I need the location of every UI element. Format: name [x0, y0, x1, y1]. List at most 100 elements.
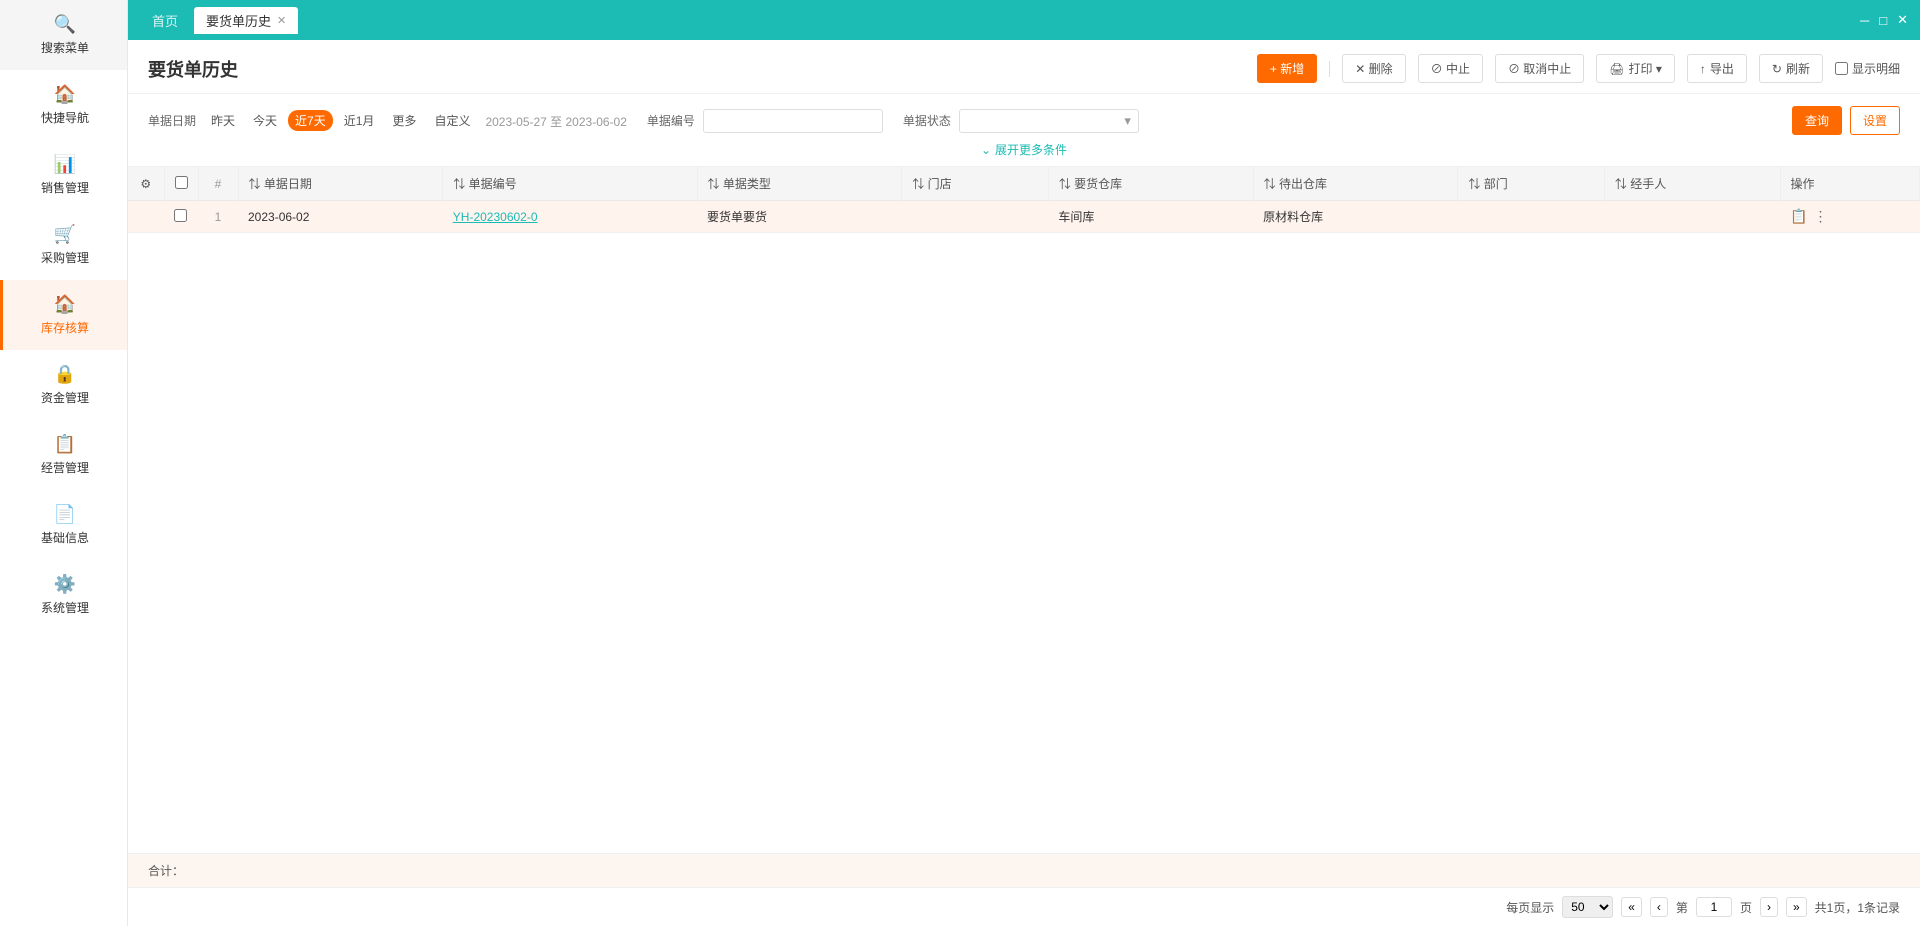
sidebar-item-quick-nav-label: 快捷导航 — [41, 109, 89, 126]
page-label-after: 页 — [1740, 899, 1752, 916]
tab-home-label: 首页 — [152, 11, 178, 30]
purchase-icon: 🛒 — [54, 224, 76, 245]
sidebar-item-sales-label: 销售管理 — [41, 179, 89, 196]
sidebar-item-quick-nav[interactable]: 🏠 快捷导航 — [0, 70, 127, 140]
query-button[interactable]: 查询 — [1792, 106, 1842, 135]
pagination-bar: 每页显示 50 10 20 100 « ‹ 第 页 › » 共1页，1条记录 — [128, 887, 1920, 926]
row-checkbox[interactable] — [174, 209, 187, 222]
sidebar-item-finance[interactable]: 🔒 资金管理 — [0, 350, 127, 420]
operations-icon: 📋 — [54, 434, 76, 455]
bill-no-input[interactable] — [703, 109, 883, 133]
stop-button[interactable]: ⊘ 中止 — [1418, 54, 1483, 83]
sidebar-item-purchase[interactable]: 🛒 采购管理 — [0, 210, 127, 280]
sidebar-item-sales[interactable]: 📊 销售管理 — [0, 140, 127, 210]
table-footer: 合计： — [128, 853, 1920, 887]
date-opt-yesterday[interactable]: 昨天 — [204, 110, 242, 131]
row-checkbox-cell — [164, 201, 198, 233]
date-opt-7days[interactable]: 近7天 — [288, 110, 333, 131]
col-department[interactable]: ⇅ 部门 — [1458, 167, 1605, 201]
cancel-stop-button[interactable]: ⊘ 取消中止 — [1495, 54, 1584, 83]
refresh-button[interactable]: ↻ 刷新 — [1759, 54, 1823, 83]
row-edit-icon[interactable]: 📋 — [1790, 208, 1807, 225]
col-bill-no[interactable]: ⇅ 单据编号 — [443, 167, 697, 201]
col-store[interactable]: ⇅ 门店 — [902, 167, 1049, 201]
row-num: 1 — [198, 201, 238, 233]
page-number-input[interactable] — [1696, 897, 1732, 917]
sidebar-item-system-label: 系统管理 — [41, 599, 89, 616]
sidebar-item-inventory[interactable]: 🏠 库存核算 — [0, 280, 127, 350]
inventory-icon: 🏠 — [54, 294, 76, 315]
filter-group-date: 单据日期 昨天 今天 近7天 近1月 更多 自定义 2023-05-27 至 2… — [148, 110, 627, 131]
row-date: 2023-06-02 — [238, 201, 443, 233]
row-actions: 📋 ⋮ — [1780, 201, 1919, 233]
row-pending-warehouse: 原材料仓库 — [1253, 201, 1458, 233]
row-bill-no: YH-20230602-0 — [443, 201, 697, 233]
delete-button[interactable]: ✕ 删除 — [1342, 54, 1405, 83]
sidebar-item-operations[interactable]: 📋 经营管理 — [0, 420, 127, 490]
first-page-button[interactable]: « — [1621, 897, 1642, 917]
table-header-row: ⚙ # ⇅ 单据日期 ⇅ 单据编号 — [128, 167, 1920, 201]
date-opt-custom[interactable]: 自定义 — [427, 110, 477, 131]
next-page-button[interactable]: › — [1760, 897, 1778, 917]
export-button[interactable]: ↑ 导出 — [1687, 54, 1747, 83]
main-table: ⚙ # ⇅ 单据日期 ⇅ 单据编号 — [128, 167, 1920, 233]
date-opt-more[interactable]: 更多 — [385, 110, 423, 131]
page-size-select[interactable]: 50 10 20 100 — [1562, 896, 1613, 918]
row-settings-cell — [128, 201, 164, 233]
row-bill-no-link[interactable]: YH-20230602-0 — [453, 210, 538, 224]
row-handler — [1604, 201, 1780, 233]
export-icon: ↑ — [1700, 62, 1706, 76]
main-area: 首页 要货单历史 ✕ ─ □ ✕ 要货单历史 + 新增 ✕ 删除 ⊘ 中止 ⊘ … — [128, 0, 1920, 926]
display-detail-label: 显示明细 — [1852, 60, 1900, 77]
settings-button[interactable]: 设置 — [1850, 106, 1900, 135]
filter-area: 单据日期 昨天 今天 近7天 近1月 更多 自定义 2023-05-27 至 2… — [128, 94, 1920, 167]
row-bill-type: 要货单要货 — [697, 201, 902, 233]
row-store — [902, 201, 1049, 233]
topbar: 首页 要货单历史 ✕ ─ □ ✕ — [128, 0, 1920, 40]
summary-label: 合计： — [148, 862, 184, 879]
last-page-button[interactable]: » — [1786, 897, 1807, 917]
expand-more-label: 展开更多条件 — [995, 141, 1067, 158]
date-opt-today[interactable]: 今天 — [246, 110, 284, 131]
sidebar-item-base-info[interactable]: 📄 基础信息 — [0, 490, 127, 560]
window-maximize-button[interactable]: □ — [1879, 13, 1887, 28]
col-date[interactable]: ⇅ 单据日期 — [238, 167, 443, 201]
display-detail-toggle[interactable]: 显示明细 — [1835, 60, 1900, 77]
col-pending-warehouse[interactable]: ⇅ 待出仓库 — [1253, 167, 1458, 201]
tab-close-icon[interactable]: ✕ — [277, 14, 286, 27]
prev-page-button[interactable]: ‹ — [1650, 897, 1668, 917]
toolbar: + 新增 ✕ 删除 ⊘ 中止 ⊘ 取消中止 🖨 🖨 打印 打印 ▾ ↑ 导出 ↻… — [1257, 54, 1900, 83]
sidebar-item-base-info-label: 基础信息 — [41, 529, 89, 546]
sidebar-item-finance-label: 资金管理 — [41, 389, 89, 406]
bill-status-label: 单据状态 — [903, 112, 951, 129]
sidebar-item-search[interactable]: 🔍 搜索菜单 — [0, 0, 127, 70]
window-close-button[interactable]: ✕ — [1897, 12, 1908, 28]
date-opt-1month[interactable]: 近1月 — [337, 110, 382, 131]
sidebar-item-system[interactable]: ⚙️ 系统管理 — [0, 560, 127, 630]
tab-home[interactable]: 首页 — [140, 7, 190, 34]
new-button[interactable]: + 新增 — [1257, 54, 1317, 83]
bill-status-select[interactable] — [959, 109, 1139, 133]
bill-status-wrapper — [959, 109, 1139, 133]
sidebar: 🔍 搜索菜单 🏠 快捷导航 📊 销售管理 🛒 采购管理 🏠 库存核算 🔒 资金管… — [0, 0, 128, 926]
print-icon: 🖨 — [1609, 62, 1624, 76]
sales-icon: 📊 — [54, 154, 76, 175]
row-more-icon[interactable]: ⋮ — [1813, 208, 1827, 225]
expand-more-btn[interactable]: ⌄ 展开更多条件 — [148, 141, 1900, 158]
window-minimize-button[interactable]: ─ — [1860, 13, 1869, 28]
col-handler[interactable]: ⇅ 经手人 — [1604, 167, 1780, 201]
col-bill-type[interactable]: ⇅ 单据类型 — [697, 167, 902, 201]
toolbar-divider-1 — [1329, 61, 1330, 77]
page-label-before: 第 — [1676, 899, 1688, 916]
col-settings[interactable]: ⚙ — [128, 167, 164, 201]
print-button[interactable]: 🖨 🖨 打印 打印 ▾ — [1596, 54, 1675, 83]
page-size-label: 每页显示 — [1506, 899, 1554, 916]
col-req-warehouse[interactable]: ⇅ 要货仓库 — [1048, 167, 1253, 201]
sidebar-item-search-label: 搜索菜单 — [41, 39, 89, 56]
select-all-checkbox[interactable] — [175, 176, 188, 189]
sidebar-item-operations-label: 经营管理 — [41, 459, 89, 476]
tab-requisition-history[interactable]: 要货单历史 ✕ — [194, 7, 298, 34]
content-area: 要货单历史 + 新增 ✕ 删除 ⊘ 中止 ⊘ 取消中止 🖨 🖨 打印 打印 ▾ … — [128, 40, 1920, 926]
display-detail-checkbox[interactable] — [1835, 62, 1848, 75]
system-icon: ⚙️ — [54, 574, 76, 595]
